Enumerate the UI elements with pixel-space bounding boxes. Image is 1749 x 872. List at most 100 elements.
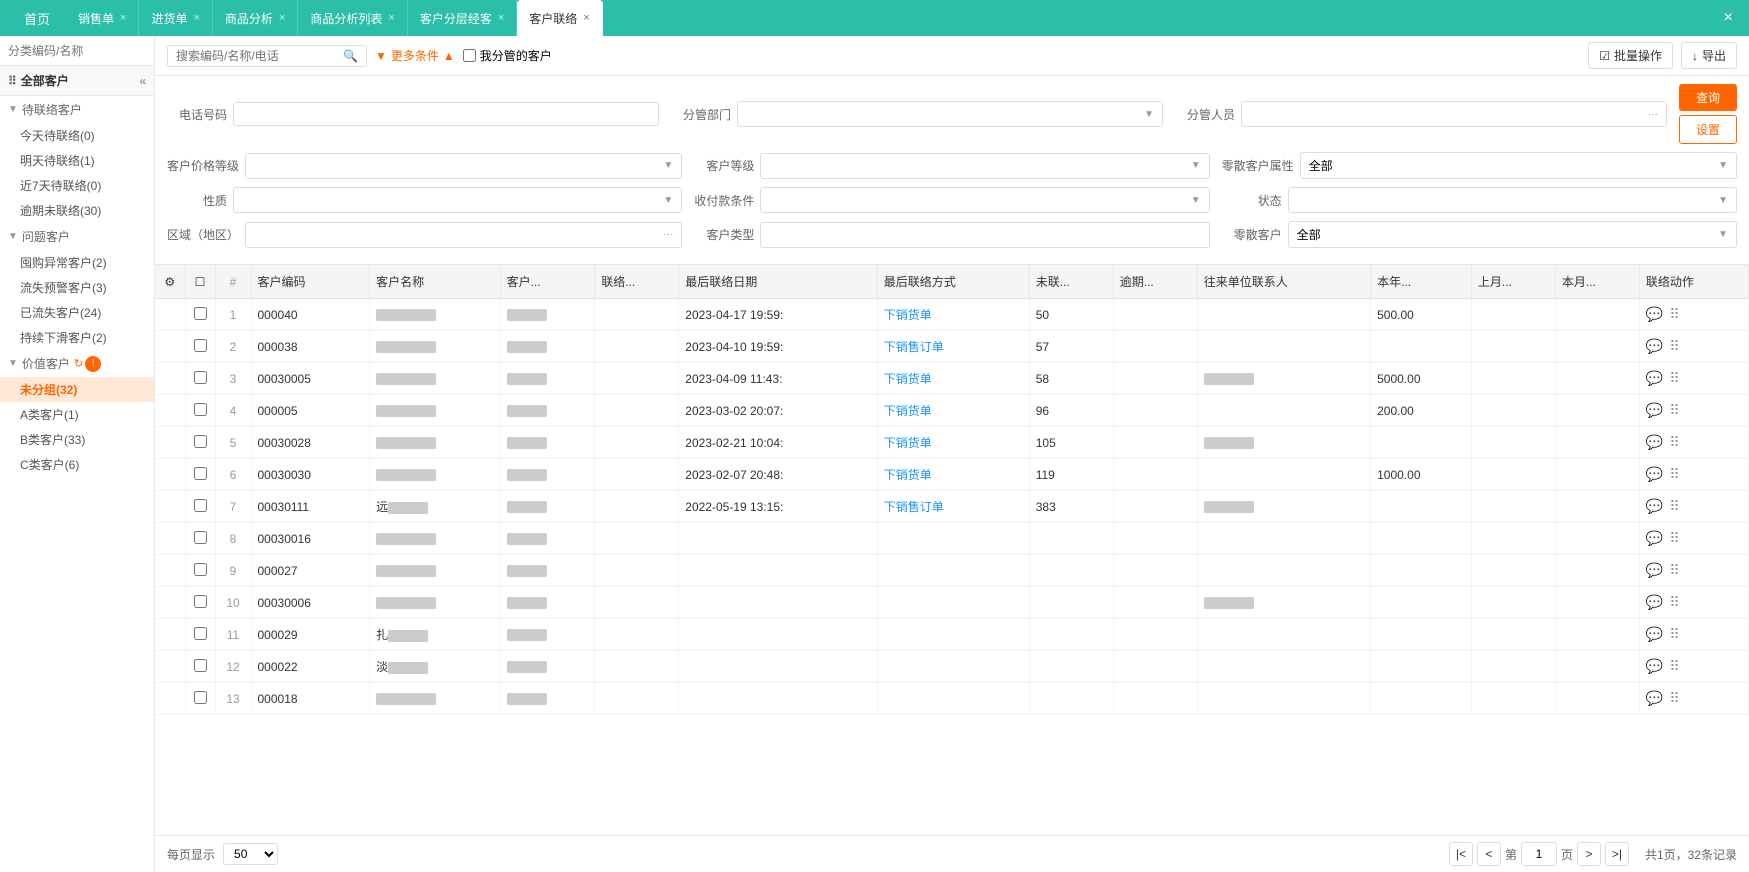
close-analysis-tab[interactable]: × [279,12,285,24]
nature-select[interactable]: ▼ [233,187,682,213]
all-customers-header[interactable]: ⠿ 全部客户 « [0,66,154,96]
close-contact-tab[interactable]: × [583,12,589,24]
nav-tab-analysis-list[interactable]: 商品分析列表 × [298,0,407,36]
nav-tab-customer-segment[interactable]: 客户分层经客 × [408,0,517,36]
contact-type-link[interactable]: 下销售订单 [884,500,944,514]
chat-icon[interactable]: 💬 [1646,530,1663,547]
col-settings[interactable]: ⚙ [155,265,185,299]
status-select[interactable]: ▼ [1288,187,1737,213]
grid-action-icon[interactable]: ⠿ [1669,594,1679,611]
sidebar-item-overdue[interactable]: 逾期未联络(30) [0,198,154,223]
window-close-btn[interactable]: × [1716,9,1741,27]
sidebar-item-churn-warning[interactable]: 流失预警客户(3) [0,275,154,300]
chat-icon[interactable]: 💬 [1646,402,1663,419]
chat-icon[interactable]: 💬 [1646,466,1663,483]
row-checkbox[interactable] [185,459,215,491]
grid-action-icon[interactable]: ⠿ [1669,306,1679,323]
my-customers-checkbox[interactable]: 我分管的客户 [463,47,552,64]
chat-icon[interactable]: 💬 [1646,562,1663,579]
close-analysis-list-tab[interactable]: × [388,12,394,24]
prev-page-btn[interactable]: < [1477,842,1501,866]
row-checkbox[interactable] [185,331,215,363]
sidebar-item-class-b[interactable]: B类客户(33) [0,427,154,452]
chat-icon[interactable]: 💬 [1646,658,1663,675]
col-partner-contact[interactable]: 往来单位联系人 [1197,265,1370,299]
nav-tab-analysis[interactable]: 商品分析 × [213,0,298,36]
col-customer-name[interactable]: 客户名称 [370,265,500,299]
nav-tab-sales[interactable]: 销售单 × [66,0,139,36]
row-checkbox[interactable] [185,363,215,395]
col-last-contact-type[interactable]: 最后联络方式 [877,265,1029,299]
next-page-btn[interactable]: > [1577,842,1601,866]
grid-action-icon[interactable]: ⠿ [1669,562,1679,579]
phone-input[interactable] [233,102,659,126]
payment-select[interactable]: ▼ [760,187,1209,213]
grid-action-icon[interactable]: ⠿ [1669,402,1679,419]
chat-icon[interactable]: 💬 [1646,690,1663,707]
row-checkbox[interactable] [185,395,215,427]
first-page-btn[interactable]: |< [1449,842,1473,866]
reset-button[interactable]: 设置 [1679,115,1737,144]
chat-icon[interactable]: 💬 [1646,306,1663,323]
close-purchase-tab[interactable]: × [193,12,199,24]
col-no-contact-days[interactable]: 未联... [1029,265,1113,299]
sidebar-item-ungrouped[interactable]: 未分组(32) [0,377,154,402]
sidebar-item-class-c[interactable]: C类客户(6) [0,452,154,477]
chat-icon[interactable]: 💬 [1646,434,1663,451]
more-filter-button[interactable]: ▼ 更多条件 ▲ [375,47,455,64]
row-checkbox[interactable] [185,619,215,651]
col-checkbox[interactable]: ☐ [185,265,215,299]
grid-action-icon[interactable]: ⠿ [1669,626,1679,643]
row-checkbox[interactable] [185,555,215,587]
per-page-select[interactable]: 50 100 200 [223,843,278,865]
price-level-select[interactable]: ▼ [245,153,682,179]
grid-action-icon[interactable]: ⠿ [1669,498,1679,515]
group-pending-contact[interactable]: ▼ 待联络客户 [0,96,154,123]
retail-attr-select[interactable]: 全部 ▼ [1300,152,1737,179]
row-checkbox[interactable] [185,491,215,523]
sidebar-item-churned[interactable]: 已流失客户(24) [0,300,154,325]
contact-type-link[interactable]: 下销货单 [884,436,932,450]
dept-select[interactable]: ▼ [737,101,1163,127]
retail-customer-select[interactable]: 全部 ▼ [1288,221,1737,248]
contact-type-link[interactable]: 下销货单 [884,372,932,386]
row-checkbox[interactable] [185,523,215,555]
col-customer-extra[interactable]: 客户... [500,265,595,299]
grid-action-icon[interactable]: ⠿ [1669,466,1679,483]
group-value-customers[interactable]: ▼ 价值客户 ↻ ! [0,350,154,377]
customer-level-select[interactable]: ▼ [760,153,1209,179]
row-checkbox[interactable] [185,587,215,619]
row-checkbox[interactable] [185,683,215,715]
chat-icon[interactable]: 💬 [1646,370,1663,387]
col-this-month[interactable]: 本月... [1555,265,1639,299]
col-customer-code[interactable]: 客户编码 [251,265,370,299]
contact-type-link[interactable]: 下销货单 [884,404,932,418]
col-last-contact-date[interactable]: 最后联络日期 [679,265,878,299]
close-sales-tab[interactable]: × [120,12,126,24]
chat-icon[interactable]: 💬 [1646,594,1663,611]
col-last-month[interactable]: 上月... [1471,265,1555,299]
chat-icon[interactable]: 💬 [1646,626,1663,643]
sidebar-item-hoard-abnormal[interactable]: 囤购异常客户(2) [0,250,154,275]
sidebar-search-input[interactable] [8,44,155,58]
group-problem-customers[interactable]: ▼ 问题客户 [0,223,154,250]
batch-ops-button[interactable]: ☑ 批量操作 [1588,42,1673,69]
filter-search-icon[interactable]: 🔍 [343,49,358,63]
sidebar-item-class-a[interactable]: A类客户(1) [0,402,154,427]
grid-action-icon[interactable]: ⠿ [1669,690,1679,707]
sidebar-item-declining[interactable]: 持续下滑客户(2) [0,325,154,350]
chat-icon[interactable]: 💬 [1646,498,1663,515]
grid-action-icon[interactable]: ⠿ [1669,370,1679,387]
page-input[interactable] [1521,842,1557,866]
staff-select[interactable]: ··· [1241,101,1667,127]
contact-type-link[interactable]: 下销货单 [884,308,932,322]
col-this-year[interactable]: 本年... [1371,265,1472,299]
sidebar-item-today[interactable]: 今天待联络(0) [0,123,154,148]
contact-type-link[interactable]: 下销货单 [884,468,932,482]
row-checkbox[interactable] [185,427,215,459]
refresh-icon[interactable]: ↻ [74,357,83,370]
grid-action-icon[interactable]: ⠿ [1669,434,1679,451]
my-customers-check-input[interactable] [463,49,476,62]
col-overdue[interactable]: 逾期... [1113,265,1197,299]
close-segment-tab[interactable]: × [498,12,504,24]
